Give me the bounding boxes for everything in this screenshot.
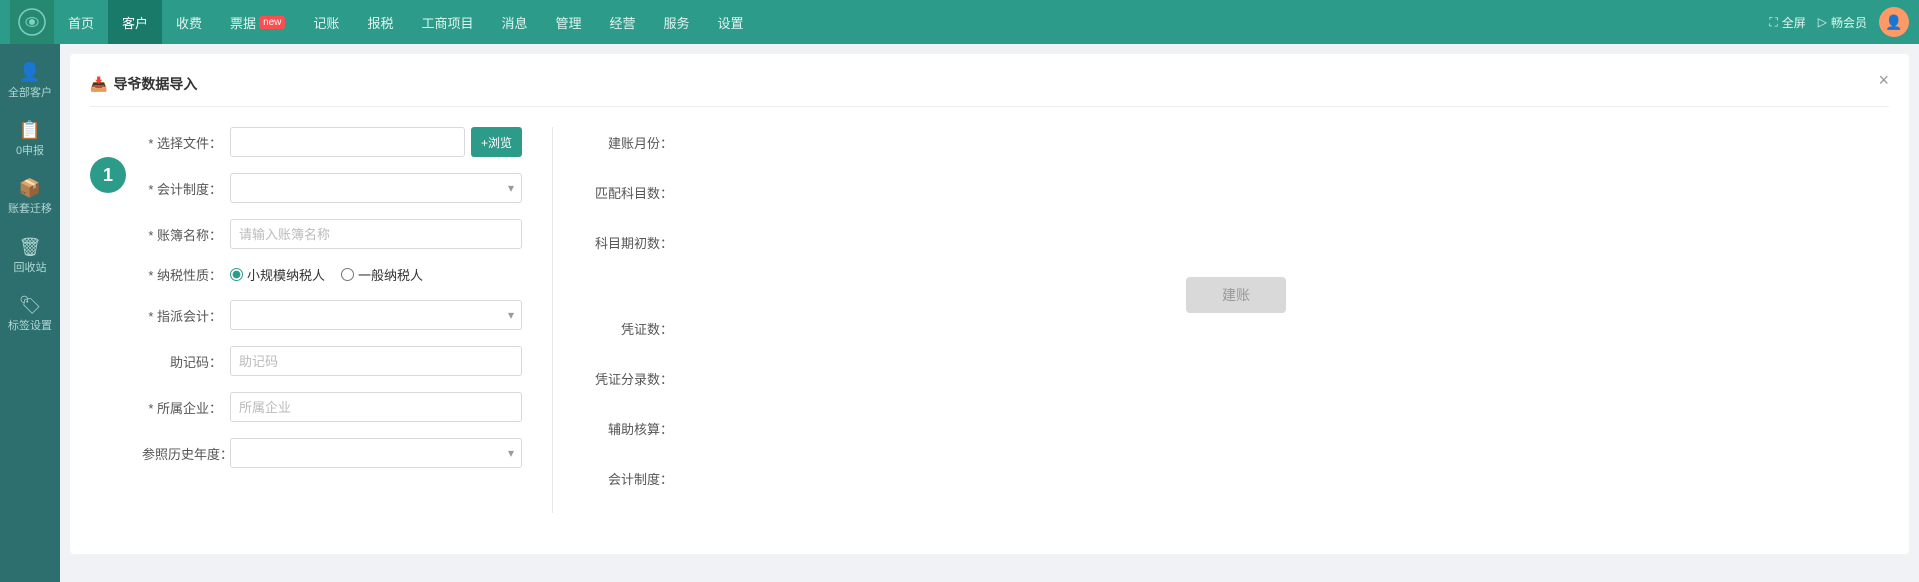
sidebar-item-declare[interactable]: 📋 0申报 — [0, 110, 60, 168]
main-content: 📥 导爷数据导入 × 1 * 选择文件： +浏览 — [60, 44, 1919, 582]
vip-icon: ▷ — [1818, 15, 1827, 29]
nav-fee[interactable]: 收费 — [162, 0, 216, 44]
logo — [10, 0, 54, 44]
form-right: 建账月份： 匹配科目数： 科目期初数： 建账 — [583, 127, 1889, 513]
build-btn-wrap: 建账 — [583, 277, 1889, 313]
memo-label: 助记码： — [142, 352, 222, 371]
nav-right: ⛶ 全屏 ▷ 畅会员 👤 — [1769, 7, 1909, 37]
migrate-icon: 📦 — [19, 178, 41, 199]
right-entry-label: 凭证分录数： — [583, 369, 673, 388]
vip-btn[interactable]: ▷ 畅会员 — [1818, 14, 1867, 31]
layout: 👤 全部客户 📋 0申报 📦 账套迁移 🗑 回收站 🏷 标签设置 📥 导爷数据导… — [0, 44, 1919, 582]
build-button[interactable]: 建账 — [1186, 277, 1286, 313]
browse-button[interactable]: +浏览 — [471, 127, 522, 157]
history-select-wrap — [230, 438, 522, 468]
dialog-panel: 📥 导爷数据导入 × 1 * 选择文件： +浏览 — [70, 54, 1909, 554]
right-row-month: 建账月份： — [583, 127, 1889, 157]
nav-settings[interactable]: 设置 — [704, 0, 758, 44]
accountant-label: * 指派会计： — [142, 306, 222, 325]
tax-small-input[interactable] — [230, 268, 243, 281]
form-row-file: * 选择文件： +浏览 — [142, 127, 522, 157]
right-period-label: 科目期初数： — [583, 233, 673, 252]
sidebar-item-all-customers[interactable]: 👤 全部客户 — [0, 52, 60, 110]
ledger-label: * 账簿名称： — [142, 225, 222, 244]
right-row-voucher: 凭证数： — [583, 313, 1889, 343]
form-section: * 选择文件： +浏览 * 会计制度： — [142, 127, 522, 484]
nav-operation[interactable]: 经营 — [596, 0, 650, 44]
avatar-icon: 👤 — [1885, 14, 1902, 31]
right-row-aux: 辅助核算： — [583, 413, 1889, 443]
right-system-label: 会计制度： — [583, 469, 673, 488]
ledger-input[interactable] — [230, 219, 522, 249]
right-row-period: 科目期初数： — [583, 227, 1889, 257]
history-select[interactable] — [230, 438, 522, 468]
avatar[interactable]: 👤 — [1879, 7, 1909, 37]
accountant-select[interactable] — [230, 300, 522, 330]
sidebar: 👤 全部客户 📋 0申报 📦 账套迁移 🗑 回收站 🏷 标签设置 — [0, 44, 60, 582]
fullscreen-icon: ⛶ — [1769, 15, 1777, 30]
right-match-label: 匹配科目数： — [583, 183, 673, 202]
all-customers-icon: 👤 — [19, 62, 41, 83]
file-label: * 选择文件： — [142, 133, 222, 152]
nav-customer[interactable]: 客户 — [108, 0, 162, 44]
nav-items: 首页 客户 收费 票据 new 记账 报税 工商项目 消息 管理 经营 服务 设… — [54, 0, 1769, 44]
dialog-title-icon: 📥 — [90, 76, 107, 93]
dialog-close-button[interactable]: × — [1878, 70, 1889, 91]
accounting-select[interactable] — [230, 173, 522, 203]
sidebar-item-migrate[interactable]: 📦 账套迁移 — [0, 168, 60, 226]
nav-manage[interactable]: 管理 — [541, 0, 595, 44]
company-label: * 所属企业： — [142, 398, 222, 417]
recycle-icon: 🗑 — [19, 237, 42, 258]
nav-home[interactable]: 首页 — [54, 0, 108, 44]
form-left: 1 * 选择文件： +浏览 * 会计制度： — [90, 127, 522, 513]
form-row-ledger: * 账簿名称： — [142, 219, 522, 249]
nav-tax[interactable]: 报税 — [353, 0, 407, 44]
new-badge: new — [259, 16, 285, 29]
form-row-memo: 助记码： — [142, 346, 522, 376]
sidebar-item-tags[interactable]: 🏷 标签设置 — [0, 285, 60, 343]
nav-message[interactable]: 消息 — [487, 0, 541, 44]
nav-business[interactable]: 工商项目 — [407, 0, 487, 44]
declare-icon: 📋 — [19, 120, 41, 141]
company-input[interactable] — [230, 392, 522, 422]
form-row-accounting: * 会计制度： — [142, 173, 522, 203]
right-row-system: 会计制度： — [583, 463, 1889, 493]
history-label: 参照历史年度： — [142, 444, 222, 463]
right-month-label: 建账月份： — [583, 133, 673, 152]
accounting-label: * 会计制度： — [142, 179, 222, 198]
form-layout: 1 * 选择文件： +浏览 * 会计制度： — [90, 127, 1889, 513]
dialog-header: 📥 导爷数据导入 — [90, 74, 1889, 107]
top-nav: 首页 客户 收费 票据 new 记账 报税 工商项目 消息 管理 经营 服务 设… — [0, 0, 1919, 44]
right-voucher-label: 凭证数： — [583, 319, 673, 338]
form-row-company: * 所属企业： — [142, 392, 522, 422]
step-circle: 1 — [90, 157, 126, 193]
right-aux-label: 辅助核算： — [583, 419, 673, 438]
form-row-accountant: * 指派会计： — [142, 300, 522, 330]
accounting-select-wrap — [230, 173, 522, 203]
file-input-wrap: +浏览 — [230, 127, 522, 157]
nav-bookkeeping[interactable]: 记账 — [299, 0, 353, 44]
form-row-history: 参照历史年度： — [142, 438, 522, 468]
nav-service[interactable]: 服务 — [650, 0, 704, 44]
tags-icon: 🏷 — [19, 295, 42, 316]
file-input[interactable] — [230, 127, 465, 157]
right-row-entry: 凭证分录数： — [583, 363, 1889, 393]
nav-invoice[interactable]: 票据 new — [216, 0, 299, 44]
tax-small-radio[interactable]: 小规模纳税人 — [230, 265, 325, 284]
accountant-select-wrap — [230, 300, 522, 330]
dialog-title: 导爷数据导入 — [113, 74, 197, 94]
form-divider — [552, 127, 553, 513]
tax-label: * 纳税性质： — [142, 265, 222, 284]
form-row-tax: * 纳税性质： 小规模纳税人 一般纳税人 — [142, 265, 522, 284]
tax-general-radio[interactable]: 一般纳税人 — [341, 265, 423, 284]
tax-radio-group: 小规模纳税人 一般纳税人 — [230, 265, 423, 284]
fullscreen-btn[interactable]: ⛶ 全屏 — [1769, 14, 1805, 31]
memo-input[interactable] — [230, 346, 522, 376]
tax-general-input[interactable] — [341, 268, 354, 281]
sidebar-item-recycle[interactable]: 🗑 回收站 — [0, 227, 60, 285]
right-row-match: 匹配科目数： — [583, 177, 1889, 207]
